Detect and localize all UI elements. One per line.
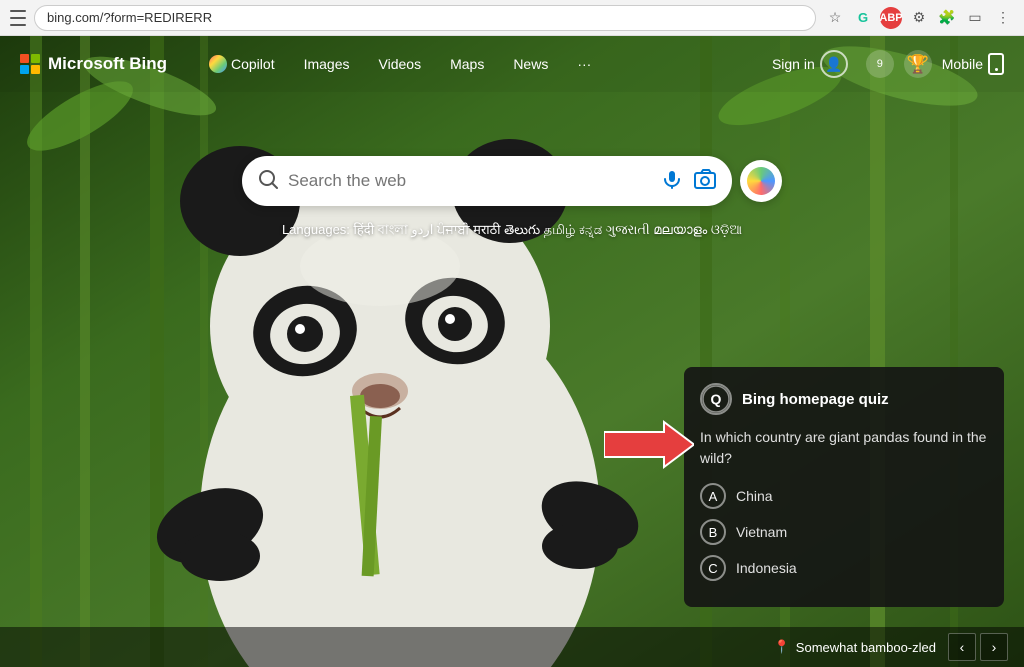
quiz-option-a[interactable]: A China [700,483,988,509]
quiz-question: In which country are giant pandas found … [700,427,988,469]
voice-search-icon[interactable] [662,169,682,194]
quiz-option-b-circle: B [700,519,726,545]
languages-bar: Languages: हिंदी বাংলা اردو ਪੰਜਾਬੀ मराठी… [282,220,742,242]
location-nav: ‹ › [948,633,1008,661]
visual-search-icon[interactable] [694,169,716,194]
location-pin-icon: 📍 [774,639,790,655]
svg-text:Q: Q [711,391,722,407]
nav-videos[interactable]: Videos [367,48,434,80]
bing-logo-squares [20,54,40,74]
quiz-option-c-circle: C [700,555,726,581]
quiz-option-b-text: Vietnam [736,524,787,540]
quiz-option-a-circle: A [700,483,726,509]
search-input[interactable] [288,171,654,191]
nav-links: Copilot Images Videos Maps News ··· [197,47,764,81]
sidebar-icon[interactable]: ▭ [964,7,986,29]
grammarly-icon[interactable]: G [852,7,874,29]
quiz-header: Q Bing homepage quiz [700,383,988,415]
reward-count[interactable]: 9 [866,50,894,78]
search-area: Languages: हिंदी বাংলা اردو ਪੰਜਾਬੀ मराठी… [242,156,782,242]
nav-images[interactable]: Images [292,48,362,80]
quiz-panel: Q Bing homepage quiz In which country ar… [684,367,1004,607]
nav-more[interactable]: ··· [565,48,603,80]
bookmark-icon[interactable]: ☆ [824,7,846,29]
extension-icon-1[interactable]: ⚙ [908,7,930,29]
bing-logo-text: Microsoft Bing [48,54,167,74]
nav-copilot[interactable]: Copilot [197,47,287,81]
browser-icons: ☆ G ABP ⚙ 🧩 ▭ ⋮ [824,7,1014,29]
nav-news[interactable]: News [501,48,560,80]
arrow-pointer [604,417,684,467]
bing-logo[interactable]: Microsoft Bing [20,54,167,74]
search-bar[interactable] [242,156,732,206]
location-name: Somewhat bamboo-zled [796,640,936,655]
quiz-option-c[interactable]: C Indonesia [700,555,988,581]
mobile-device-icon [988,53,1004,75]
nav-maps[interactable]: Maps [438,48,496,80]
copilot-button[interactable] [740,160,782,202]
adblock-icon[interactable]: ABP [880,7,902,29]
browser-menu-icon[interactable] [10,10,26,26]
copilot-icon [209,55,227,73]
trophy-icon[interactable]: 🏆 [904,50,932,78]
address-bar[interactable]: bing.com/?form=REDIRERR [34,5,816,31]
search-icon [258,169,278,194]
copilot-gradient-icon [747,167,775,195]
extension-icon-2[interactable]: 🧩 [936,7,958,29]
location-prev-button[interactable]: ‹ [948,633,976,661]
bing-page: Microsoft Bing Copilot Images Videos Map… [0,36,1024,667]
quiz-option-a-text: China [736,488,773,504]
browser-chrome: bing.com/?form=REDIRERR ☆ G ABP ⚙ 🧩 ▭ ⋮ [0,0,1024,36]
location-bar: 📍 Somewhat bamboo-zled ‹ › [0,627,1024,667]
quiz-option-b[interactable]: B Vietnam [700,519,988,545]
quiz-icon: Q [700,383,732,415]
location-next-button[interactable]: › [980,633,1008,661]
sign-in-button[interactable]: Sign in 👤 [764,46,856,82]
more-icon[interactable]: ⋮ [992,7,1014,29]
quiz-option-c-text: Indonesia [736,560,797,576]
user-avatar: 👤 [820,50,848,78]
mobile-button[interactable]: Mobile [942,53,1004,75]
location-info: 📍 Somewhat bamboo-zled [774,639,936,655]
nav-right: Sign in 👤 9 🏆 Mobile [764,46,1004,82]
address-text: bing.com/?form=REDIRERR [47,10,212,25]
quiz-title: Bing homepage quiz [742,391,889,408]
header-nav: Microsoft Bing Copilot Images Videos Map… [0,36,1024,92]
